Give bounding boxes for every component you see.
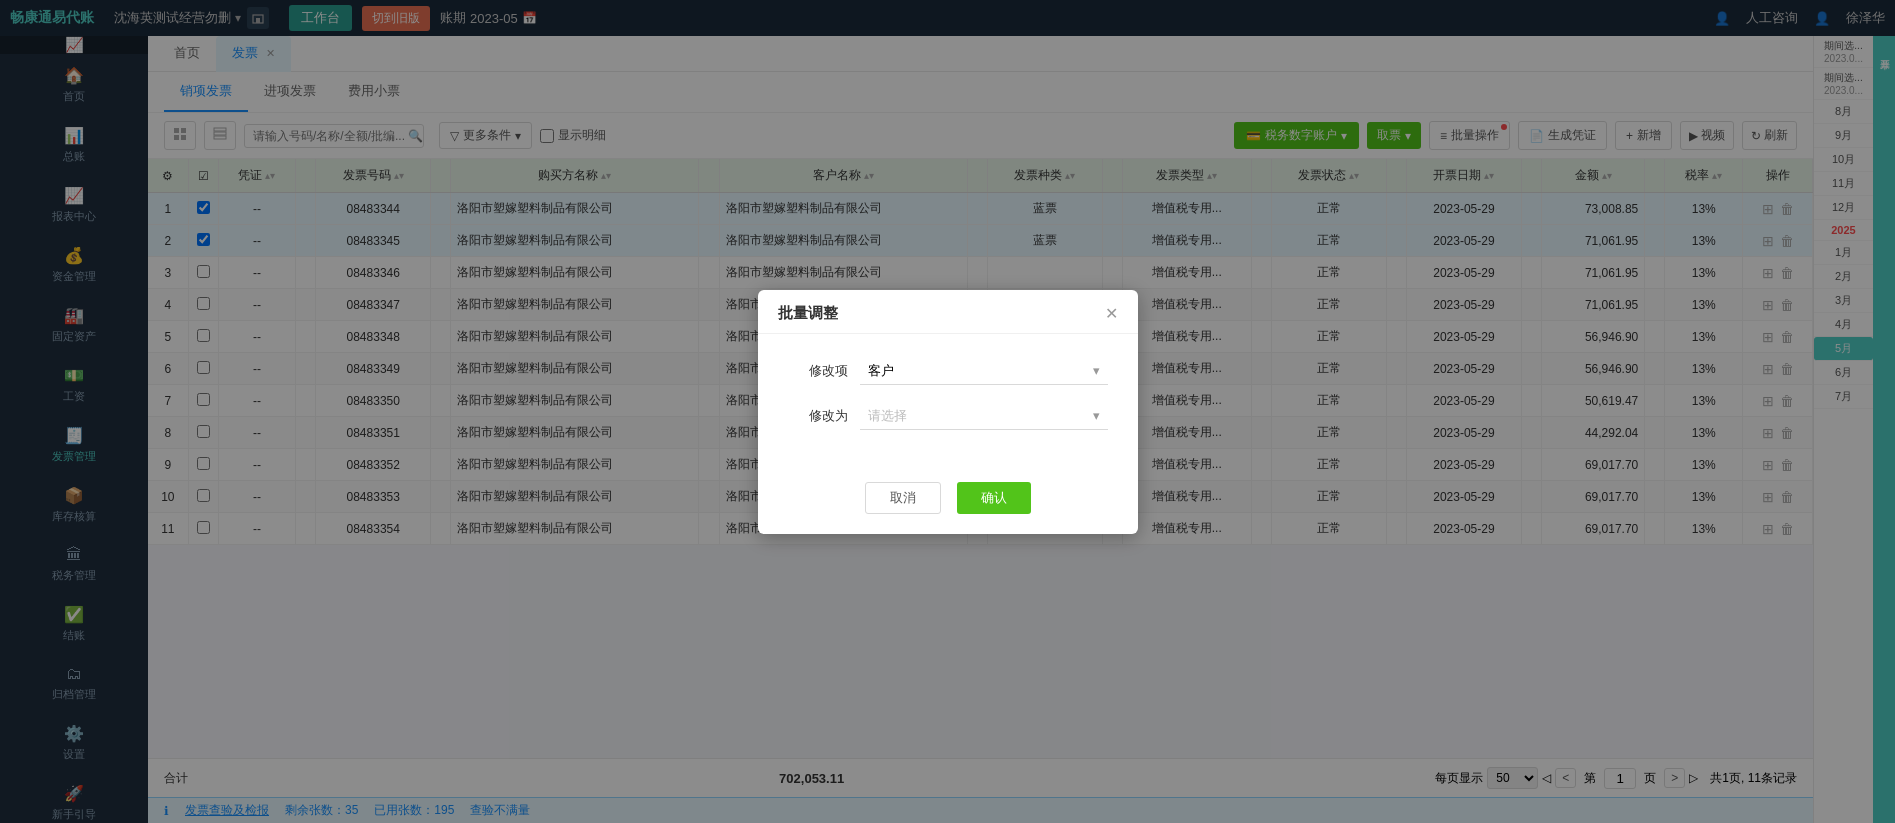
form-row-modify-to: 修改为 请选择 (788, 403, 1108, 430)
modal-close-btn[interactable]: ✕ (1105, 304, 1118, 323)
modify-to-dropdown-icon (1093, 408, 1100, 423)
modal-body: 修改项 客户 修改为 请选择 (758, 334, 1138, 472)
modal-header: 批量调整 ✕ (758, 290, 1138, 334)
modify-field-select[interactable]: 客户 (860, 358, 1108, 385)
modify-to-label: 修改为 (788, 407, 848, 425)
cancel-button[interactable]: 取消 (865, 482, 941, 514)
modify-field-label: 修改项 (788, 362, 848, 380)
form-row-modify-field: 修改项 客户 (788, 358, 1108, 385)
modal-footer: 取消 确认 (758, 472, 1138, 534)
confirm-button[interactable]: 确认 (957, 482, 1031, 514)
modal-overlay: 批量调整 ✕ 修改项 客户 修改为 请选择 取消 确认 (0, 0, 1895, 823)
modify-to-select[interactable]: 请选择 (860, 403, 1108, 430)
modify-field-value: 客户 (868, 362, 894, 380)
modify-field-dropdown-icon (1093, 363, 1100, 378)
batch-adjust-modal: 批量调整 ✕ 修改项 客户 修改为 请选择 取消 确认 (758, 290, 1138, 534)
modal-title: 批量调整 (778, 304, 838, 323)
modify-to-placeholder: 请选择 (868, 407, 907, 425)
